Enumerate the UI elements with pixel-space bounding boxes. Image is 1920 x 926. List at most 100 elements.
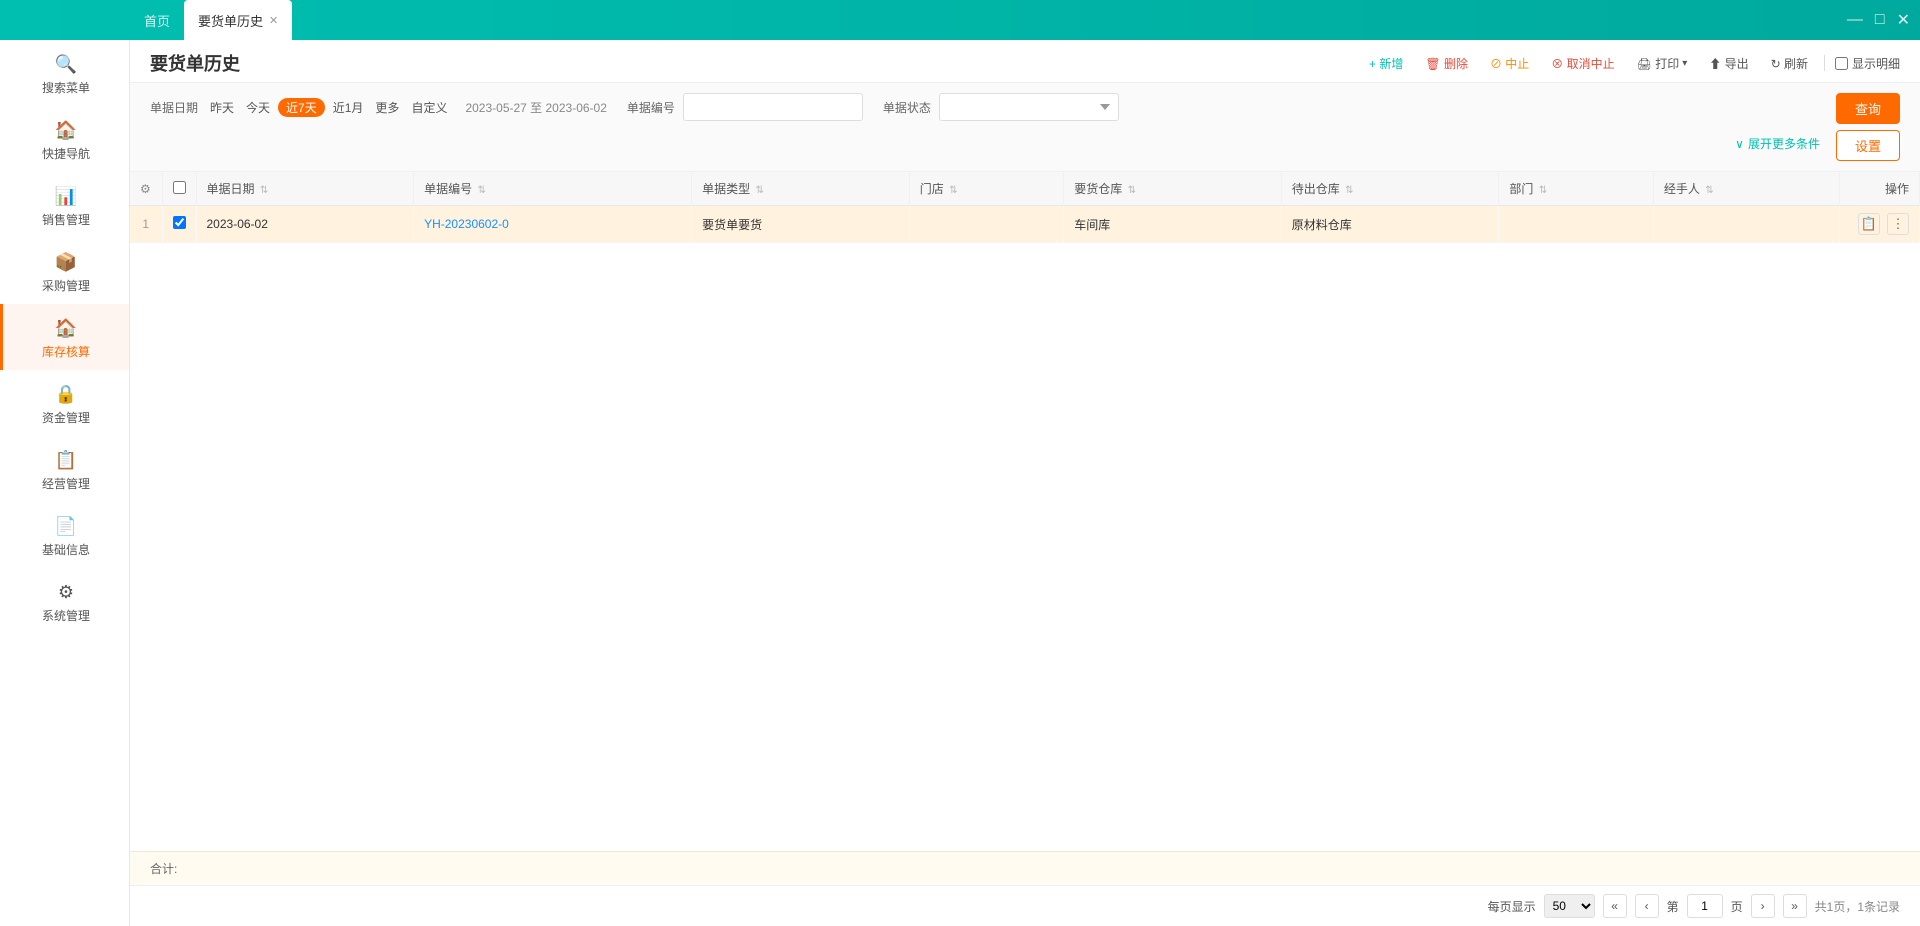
status-select[interactable] xyxy=(939,93,1119,121)
last-page-btn[interactable]: » xyxy=(1783,894,1807,918)
row-checkbox[interactable] xyxy=(173,216,186,229)
toolbar-divider xyxy=(1824,55,1825,71)
th-bill-date-label: 单据日期 xyxy=(207,182,255,196)
date-btn-1month[interactable]: 近1月 xyxy=(329,98,368,117)
row-bill-date: 2023-06-02 xyxy=(196,206,414,243)
sidebar-item-basic[interactable]: 📄 基础信息 xyxy=(0,502,129,568)
sidebar-item-label: 经营管理 xyxy=(42,475,90,492)
row-dept xyxy=(1499,206,1653,243)
close-icon[interactable]: ✕ xyxy=(1897,10,1910,30)
table-row: 1 2023-06-02 YH-20230602-0 要货单要货 车间库 原材料… xyxy=(130,206,1920,243)
query-button[interactable]: 查询 xyxy=(1836,93,1900,124)
sort-bill-date-icon[interactable]: ⇅ xyxy=(260,185,268,196)
prev-page-btn[interactable]: ‹ xyxy=(1635,894,1659,918)
sort-bill-type-icon[interactable]: ⇅ xyxy=(755,185,763,196)
th-dept-label: 部门 xyxy=(1509,182,1533,196)
cancel-stop-button[interactable]: ⊗ 取消中止 xyxy=(1545,52,1620,75)
th-req-warehouse-label: 要货仓库 xyxy=(1074,182,1122,196)
next-page-btn[interactable]: › xyxy=(1751,894,1775,918)
sidebar-item-purchase[interactable]: 📦 采购管理 xyxy=(0,238,129,304)
row-req-warehouse: 车间库 xyxy=(1064,206,1282,243)
per-page-select[interactable]: 50 10 20 100 xyxy=(1544,894,1595,918)
settings-button[interactable]: 设置 xyxy=(1836,130,1900,161)
th-out-warehouse-label: 待出仓库 xyxy=(1292,182,1340,196)
refresh-label: ↻ 刷新 xyxy=(1771,55,1808,72)
maximize-icon[interactable]: □ xyxy=(1875,11,1885,29)
refresh-button[interactable]: ↻ 刷新 xyxy=(1765,52,1814,75)
row-more-btn[interactable]: ⋮ xyxy=(1887,213,1909,235)
tab-home[interactable]: 首页 xyxy=(130,0,184,40)
sort-dept-icon[interactable]: ⇅ xyxy=(1539,185,1547,196)
tab-bill-history[interactable]: 要货单历史 ✕ xyxy=(184,0,292,40)
th-dept: 部门 ⇅ xyxy=(1499,172,1653,206)
expand-more-btn[interactable]: ∨ 展开更多条件 xyxy=(1735,135,1820,152)
bill-no-input[interactable] xyxy=(683,93,863,121)
search-fields-row-1: 单据日期 昨天 今天 近7天 近1月 更多 自定义 2023-05-27 至 2… xyxy=(150,93,1820,121)
expand-icon: ∨ xyxy=(1735,137,1744,151)
row-store xyxy=(909,206,1063,243)
stop-button[interactable]: ⊘ 中止 xyxy=(1484,52,1535,75)
delete-label: 🗑 删除 xyxy=(1425,55,1468,72)
close-tab-icon[interactable]: ✕ xyxy=(269,14,278,27)
sidebar-item-search[interactable]: 🔍 搜索菜单 xyxy=(0,40,129,106)
toolbar: + 新增 🗑 删除 ⊘ 中止 ⊗ 取消中止 🖨 打印 ▾ ⬆ 导出 xyxy=(1363,52,1900,75)
date-btn-custom[interactable]: 自定义 xyxy=(407,98,451,117)
export-label: ⬆ 导出 xyxy=(1709,55,1748,72)
row-out-warehouse: 原材料仓库 xyxy=(1281,206,1499,243)
column-settings-icon[interactable]: ⚙ xyxy=(140,182,151,196)
sidebar-item-inventory[interactable]: 🏠 库存核算 xyxy=(0,304,129,370)
date-btn-7days[interactable]: 近7天 xyxy=(278,98,325,117)
print-dropdown-icon[interactable]: ▾ xyxy=(1682,58,1687,69)
sidebar-item-label: 搜索菜单 xyxy=(42,79,90,96)
sidebar-item-system[interactable]: ⚙ 系统管理 xyxy=(0,568,129,634)
operation-icon: 📋 xyxy=(55,450,77,471)
bill-no-link[interactable]: YH-20230602-0 xyxy=(424,217,509,231)
sort-bill-no-icon[interactable]: ⇅ xyxy=(477,185,485,196)
sort-store-icon[interactable]: ⇅ xyxy=(949,185,957,196)
date-btn-yesterday[interactable]: 昨天 xyxy=(206,98,238,117)
th-req-warehouse: 要货仓库 ⇅ xyxy=(1064,172,1282,206)
show-detail-checkbox[interactable] xyxy=(1835,57,1848,70)
select-all-checkbox[interactable] xyxy=(173,181,186,194)
th-store-label: 门店 xyxy=(920,182,944,196)
bill-no-field: 单据编号 xyxy=(627,93,863,121)
page-label: 第 xyxy=(1667,898,1679,915)
new-label: + 新增 xyxy=(1369,55,1403,72)
total-info: 共1页，1条记录 xyxy=(1815,898,1900,915)
th-bill-no-label: 单据编号 xyxy=(424,182,472,196)
show-detail-checkbox-wrapper[interactable]: 显示明细 xyxy=(1835,55,1900,72)
top-bar: 首页 要货单历史 ✕ — □ ✕ xyxy=(0,0,1920,40)
pagination-bar: 每页显示 50 10 20 100 « ‹ 第 页 › » 共1页，1条记录 xyxy=(130,885,1920,926)
date-btn-today[interactable]: 今天 xyxy=(242,98,274,117)
delete-button[interactable]: 🗑 删除 xyxy=(1419,52,1474,75)
row-edit-btn[interactable]: 📋 xyxy=(1858,213,1880,235)
main-layout: 🔍 搜索菜单 🏠 快捷导航 📊 销售管理 📦 采购管理 🏠 库存核算 🔒 资金管… xyxy=(0,40,1920,926)
sort-req-warehouse-icon[interactable]: ⇅ xyxy=(1128,185,1136,196)
page-title: 要货单历史 xyxy=(150,50,240,76)
row-num: 1 xyxy=(130,206,162,243)
sort-out-warehouse-icon[interactable]: ⇅ xyxy=(1345,185,1353,196)
sidebar-item-nav[interactable]: 🏠 快捷导航 xyxy=(0,106,129,172)
sidebar-item-label: 采购管理 xyxy=(42,277,90,294)
th-bill-type: 单据类型 ⇅ xyxy=(692,172,910,206)
date-label: 单据日期 xyxy=(150,99,198,116)
sidebar-item-sales[interactable]: 📊 销售管理 xyxy=(0,172,129,238)
table-header-row: ⚙ 单据日期 ⇅ 单据编号 ⇅ xyxy=(130,172,1920,206)
minimize-icon[interactable]: — xyxy=(1847,11,1863,29)
sidebar-item-operation[interactable]: 📋 经营管理 xyxy=(0,436,129,502)
system-icon: ⚙ xyxy=(58,582,74,603)
date-field: 单据日期 昨天 今天 近7天 近1月 更多 自定义 2023-05-27 至 2… xyxy=(150,98,607,117)
window-controls: — □ ✕ xyxy=(1847,10,1920,30)
new-button[interactable]: + 新增 xyxy=(1363,52,1409,75)
page-input[interactable] xyxy=(1687,894,1723,918)
first-page-btn[interactable]: « xyxy=(1603,894,1627,918)
date-btn-more[interactable]: 更多 xyxy=(371,98,403,117)
export-button[interactable]: ⬆ 导出 xyxy=(1703,52,1754,75)
page-label-end: 页 xyxy=(1731,898,1743,915)
search-area: 单据日期 昨天 今天 近7天 近1月 更多 自定义 2023-05-27 至 2… xyxy=(130,83,1920,172)
sidebar-item-label: 库存核算 xyxy=(42,343,90,360)
print-button[interactable]: 🖨 打印 ▾ xyxy=(1631,52,1694,75)
sort-handler-icon[interactable]: ⇅ xyxy=(1705,185,1713,196)
sidebar-item-finance[interactable]: 🔒 资金管理 xyxy=(0,370,129,436)
th-store: 门店 ⇅ xyxy=(909,172,1063,206)
